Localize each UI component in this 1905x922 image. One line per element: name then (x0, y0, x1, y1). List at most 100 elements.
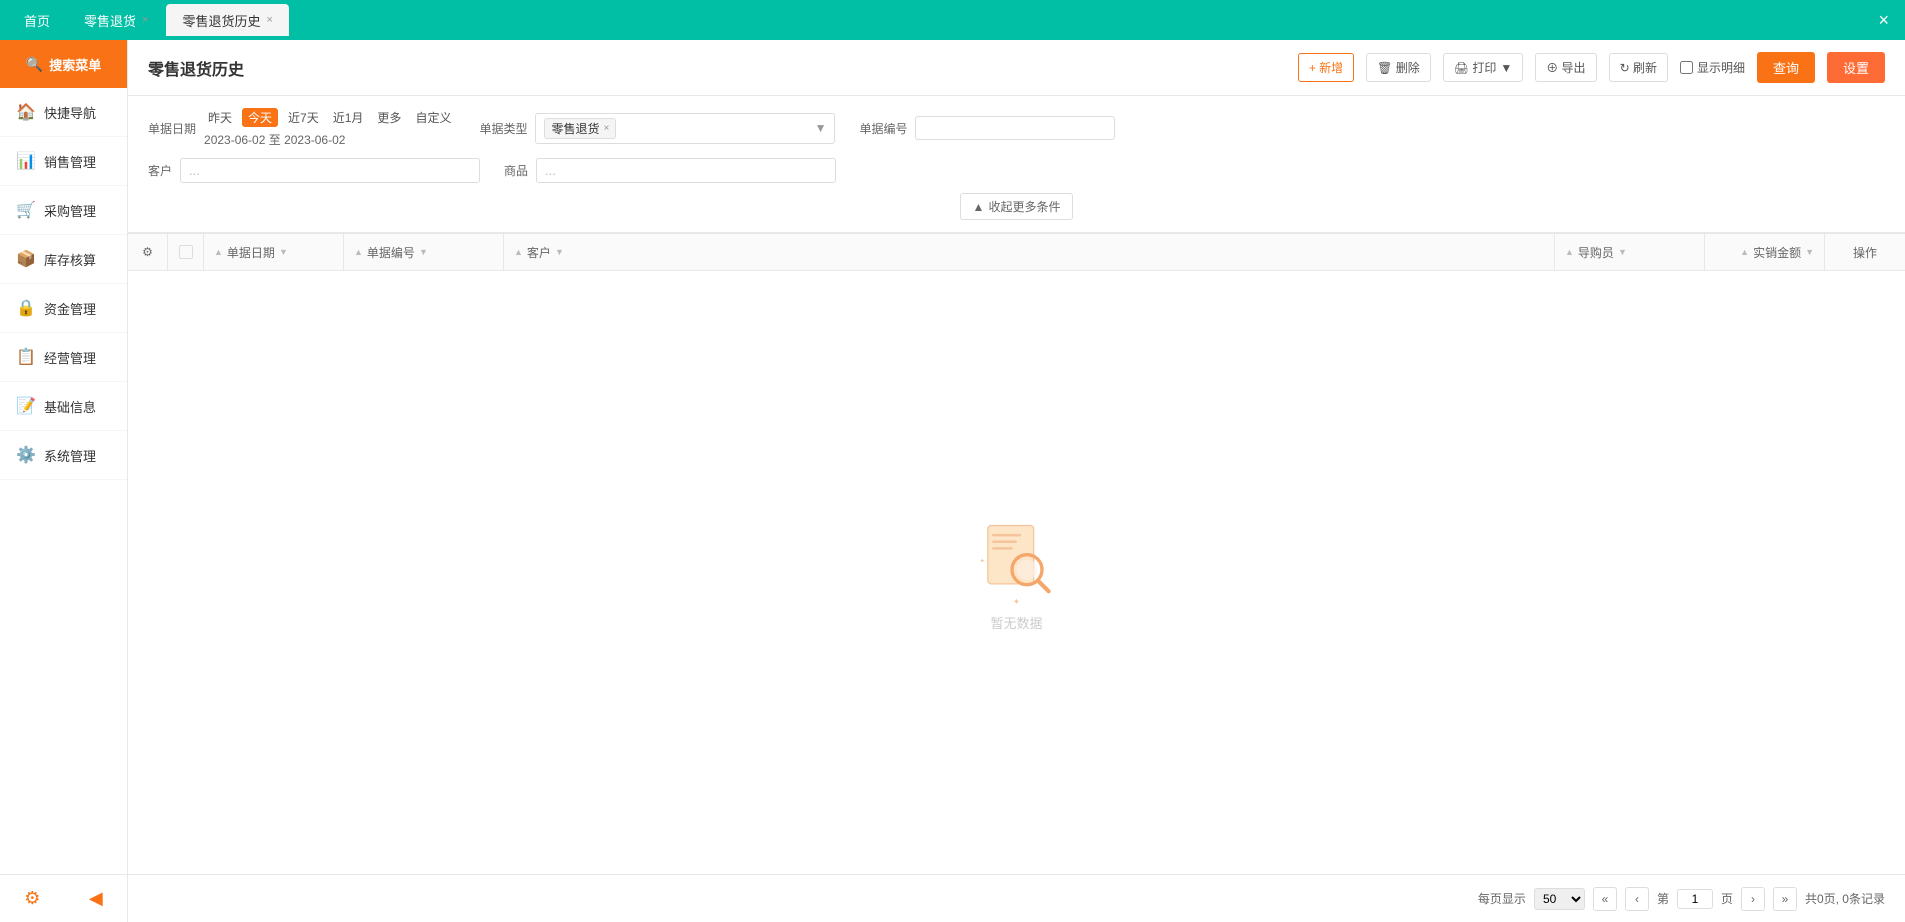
filter-type-wrapper[interactable]: 零售退货 × ▼ (535, 113, 835, 144)
sidebar-item-inventory-label: 库存核算 (44, 250, 96, 269)
system-icon: ⚙️ (16, 445, 36, 465)
query-button-label: 查询 (1773, 58, 1799, 77)
tab-retail-return[interactable]: 零售退货 × (68, 4, 164, 36)
sidebar-item-inventory-calc[interactable]: 📦 库存核算 (0, 235, 127, 284)
filter-goods-wrapper[interactable]: ... (536, 158, 836, 183)
filter-number-input[interactable] (915, 116, 1115, 140)
svg-text:✦: ✦ (979, 557, 985, 565)
filter-type-dropdown-icon: ▼ (815, 121, 827, 135)
settings-bottom-icon[interactable]: ⚙ (24, 888, 40, 909)
tab-retail-return-close[interactable]: × (142, 14, 148, 26)
date-option-1month[interactable]: 近1月 (329, 108, 368, 127)
table-settings-icon: ⚙ (142, 245, 153, 259)
empty-state-text: 暂无数据 (990, 613, 1042, 632)
sidebar-item-basic-info[interactable]: 📝 基础信息 (0, 382, 127, 431)
sidebar-item-system-mgmt[interactable]: ⚙️ 系统管理 (0, 431, 127, 480)
th-amount[interactable]: ▲ 实销金额 ▼ (1705, 234, 1825, 270)
print-dropdown-icon: ▼ (1500, 61, 1512, 75)
tab-retail-return-label: 零售退货 (84, 11, 136, 30)
sidebar-search[interactable]: 🔍 搜索菜单 (0, 40, 127, 88)
tab-home[interactable]: 首页 (8, 4, 66, 36)
query-button[interactable]: 查询 (1757, 52, 1815, 83)
sort-icon-guide-desc: ▼ (1618, 247, 1627, 257)
date-option-today[interactable]: 今天 (242, 108, 278, 127)
th-number[interactable]: ▲ 单据编号 ▼ (344, 234, 504, 270)
sidebar-item-purchase-mgmt[interactable]: 🛒 采购管理 (0, 186, 127, 235)
filter-goods-label: 商品 (504, 162, 528, 179)
filter-number-item: 单据编号 (859, 116, 1115, 140)
sidebar-item-quick-nav[interactable]: 🏠 快捷导航 (0, 88, 127, 137)
tab-retail-return-history-close[interactable]: × (266, 14, 272, 26)
filter-type-tag-close[interactable]: × (603, 123, 609, 134)
refresh-button[interactable]: ↻ 刷新 (1609, 53, 1668, 82)
filter-customer-wrapper[interactable]: ... (180, 158, 480, 183)
print-button-label: 🖨 打印 (1454, 59, 1497, 76)
filter-row-1: 单据日期 昨天 今天 近7天 近1月 更多 自定义 2023-06-02 至 2… (148, 108, 1885, 148)
tab-retail-return-history[interactable]: 零售退货历史 × (166, 4, 288, 36)
operation-icon: 📋 (16, 347, 36, 367)
th-guide[interactable]: ▲ 导购员 ▼ (1555, 234, 1705, 270)
svg-text:✦: ✦ (1012, 597, 1019, 607)
table-area: ⚙ ▲ 单据日期 ▼ ▲ 单据编号 ▼ ▲ 客户 ▼ (128, 233, 1905, 874)
first-page-button[interactable]: « (1593, 887, 1617, 911)
window-close-button[interactable]: × (1870, 10, 1897, 31)
sort-icon-date-desc: ▼ (279, 247, 288, 257)
sort-icon-customer-desc: ▼ (555, 247, 564, 257)
filter-goods-item: 商品 ... (504, 158, 836, 183)
collapse-filter-label: 收起更多条件 (988, 198, 1060, 215)
filter-date-range: 2023-06-02 至 2023-06-02 (204, 131, 455, 148)
no-data-image: ✦ ✦ (967, 513, 1067, 613)
new-button[interactable]: + 新增 (1298, 53, 1354, 82)
export-button-label: ⊕ 导出 (1546, 59, 1585, 76)
print-button[interactable]: 🖨 打印 ▼ (1443, 53, 1523, 82)
next-page-icon: › (1751, 892, 1755, 906)
page-size-select[interactable]: 50 10 20 100 (1534, 888, 1585, 910)
sidebar-item-operation-mgmt[interactable]: 📋 经营管理 (0, 333, 127, 382)
settings-button[interactable]: 设置 (1827, 52, 1885, 83)
sidebar-item-finance-mgmt[interactable]: 🔒 资金管理 (0, 284, 127, 333)
filter-customer-item: 客户 ... (148, 158, 480, 183)
th-action-label: 操作 (1853, 244, 1877, 261)
table-header: ⚙ ▲ 单据日期 ▼ ▲ 单据编号 ▼ ▲ 客户 ▼ (128, 233, 1905, 271)
collapse-filter-button[interactable]: ▲ 收起更多条件 (960, 193, 1074, 220)
date-option-yesterday[interactable]: 昨天 (204, 108, 236, 127)
select-all-checkbox[interactable] (179, 245, 193, 259)
th-customer[interactable]: ▲ 客户 ▼ (504, 234, 1555, 270)
page-label: 第 (1657, 890, 1669, 907)
settings-button-label: 设置 (1843, 58, 1869, 77)
top-bar: 首页 零售退货 × 零售退货历史 × × (0, 0, 1905, 40)
filter-type-tag: 零售退货 × (544, 118, 616, 139)
th-date[interactable]: ▲ 单据日期 ▼ (204, 234, 344, 270)
top-bar-right: × (1870, 10, 1897, 31)
date-option-more[interactable]: 更多 (373, 108, 405, 127)
next-page-button[interactable]: › (1741, 887, 1765, 911)
th-checkbox[interactable] (168, 234, 204, 270)
show-detail-checkbox[interactable] (1680, 61, 1693, 74)
pagination: 每页显示 50 10 20 100 « ‹ 第 页 › » 共0页, 0条记录 (128, 874, 1905, 922)
prev-page-button[interactable]: ‹ (1625, 887, 1649, 911)
sidebar: 🔍 搜索菜单 🏠 快捷导航 📊 销售管理 🛒 采购管理 📦 库存核算 🔒 (0, 40, 128, 922)
page-unit: 页 (1721, 890, 1733, 907)
finance-icon: 🔒 (16, 298, 36, 318)
sort-icon-amount-desc: ▼ (1805, 247, 1814, 257)
date-option-7days[interactable]: 近7天 (284, 108, 323, 127)
inventory-icon: 📦 (16, 249, 36, 269)
quick-nav-icon: 🏠 (16, 102, 36, 122)
th-settings[interactable]: ⚙ (128, 234, 168, 270)
sort-icon-date-asc: ▲ (214, 247, 223, 257)
export-button[interactable]: ⊕ 导出 (1535, 53, 1596, 82)
sidebar-item-sales-mgmt[interactable]: 📊 销售管理 (0, 137, 127, 186)
sidebar-bottom: ⚙ ◀ (0, 874, 127, 922)
delete-button[interactable]: 🗑 删除 (1366, 53, 1431, 82)
last-page-button[interactable]: » (1773, 887, 1797, 911)
filter-type-item: 单据类型 零售退货 × ▼ (479, 113, 835, 144)
sidebar-item-basic-label: 基础信息 (44, 397, 96, 416)
page-number-input[interactable] (1677, 889, 1713, 909)
filter-number-label: 单据编号 (859, 120, 907, 137)
th-number-label: 单据编号 (367, 244, 415, 261)
th-customer-label: 客户 (527, 244, 551, 261)
date-option-custom[interactable]: 自定义 (411, 108, 455, 127)
collapse-sidebar-icon[interactable]: ◀ (89, 888, 103, 909)
filter-area: 单据日期 昨天 今天 近7天 近1月 更多 自定义 2023-06-02 至 2… (128, 96, 1905, 233)
page-header: 零售退货历史 + 新增 🗑 删除 🖨 打印 ▼ ⊕ 导出 ↻ 刷新 (128, 40, 1905, 96)
